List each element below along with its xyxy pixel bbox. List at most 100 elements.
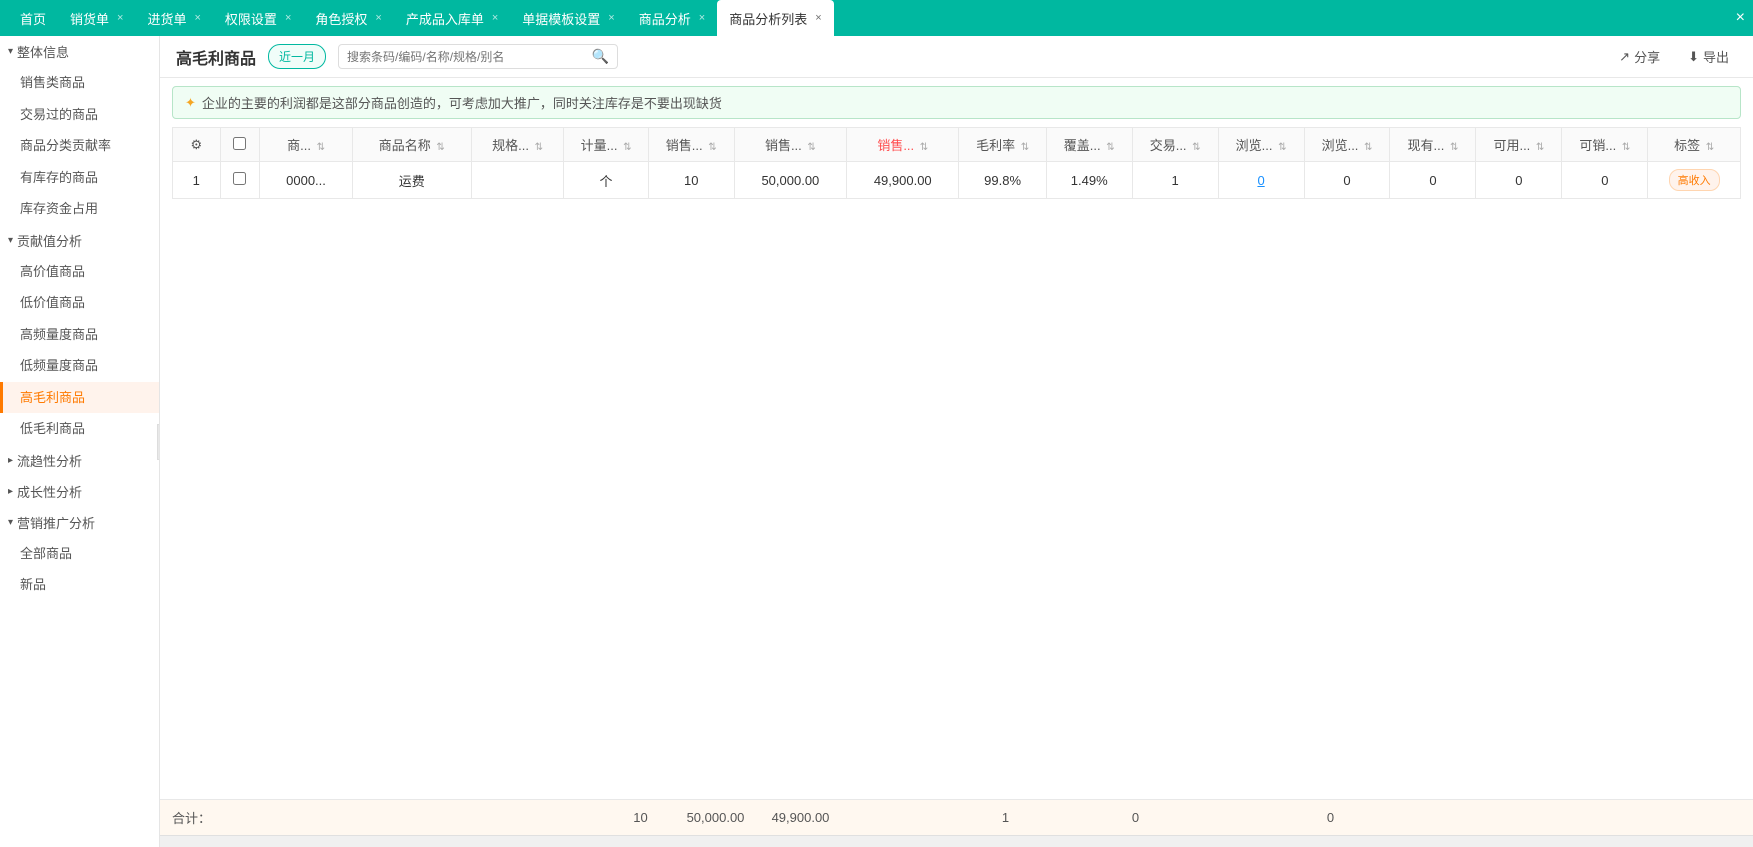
sidebar-item-sales-goods[interactable]: 销售类商品: [0, 67, 159, 99]
sidebar-group-overall-info[interactable]: ▾ 整体信息: [0, 36, 159, 67]
footer-cell-spacer2: [288, 810, 318, 825]
nav-tab-permission[interactable]: 权限设置 ×: [213, 0, 303, 36]
cell-checkbox: [220, 162, 260, 199]
sort-icon-browse1: ⇅: [1278, 142, 1286, 153]
total-label: 合计：: [172, 808, 252, 827]
footer-cell-cost: 49,900.00: [758, 810, 843, 825]
share-button[interactable]: ↗ 分享: [1611, 44, 1668, 69]
arrow-down-icon2: ▾: [8, 235, 13, 246]
close-role-tab[interactable]: ×: [375, 12, 381, 24]
nav-tab-product-analysis[interactable]: 商品分析 ×: [627, 0, 717, 36]
nav-tab-purchase[interactable]: 进货单 ×: [135, 0, 212, 36]
horizontal-scrollbar[interactable]: [160, 835, 1753, 847]
col-checkbox: [220, 128, 260, 162]
col-browse2[interactable]: 浏览... ⇅: [1304, 128, 1390, 162]
close-product-entry-tab[interactable]: ×: [492, 12, 498, 24]
sidebar-group-wealth-analysis[interactable]: ▾ 贡献值分析: [0, 225, 159, 256]
row-checkbox[interactable]: [233, 172, 246, 185]
export-button[interactable]: ⬇ 导出: [1680, 44, 1737, 69]
select-all-checkbox[interactable]: [233, 137, 246, 150]
cell-stock-current: 0: [1390, 162, 1476, 199]
sort-icon-name: ⇅: [436, 142, 444, 153]
cell-code: 0000...: [260, 162, 353, 199]
cell-name: 运费: [352, 162, 471, 199]
settings-icon[interactable]: ⚙: [190, 137, 202, 152]
footer-cell-stock-sale: 0: [1298, 810, 1363, 825]
sidebar-item-goods-contribution[interactable]: 商品分类贡献率: [0, 130, 159, 162]
arrow-down-icon: ▾: [8, 46, 13, 57]
footer-cell-qty: 10: [608, 810, 673, 825]
data-table: ⚙ 商... ⇅ 商品名称 ⇅: [172, 127, 1741, 199]
nav-tab-sales[interactable]: 销货单 ×: [58, 0, 135, 36]
footer-cell-margin: [843, 810, 908, 825]
sidebar-item-high-value[interactable]: 高价值商品: [0, 256, 159, 288]
sort-icon-unit: ⇅: [623, 142, 631, 153]
sidebar-group-trend-analysis[interactable]: ▸ 流趋性分析: [0, 445, 159, 476]
cell-margin-rate: 99.8%: [959, 162, 1046, 199]
col-sales-qty[interactable]: 销售... ⇅: [648, 128, 734, 162]
sidebar-item-high-margin[interactable]: 高毛利商品: [0, 382, 159, 414]
main-layout: 《 ▾ 整体信息 销售类商品 交易过的商品 商品分类贡献率 有库存的商品 库存资…: [0, 36, 1753, 847]
sidebar-item-stocked-goods[interactable]: 有库存的商品: [0, 162, 159, 194]
nav-tab-role[interactable]: 角色授权 ×: [303, 0, 393, 36]
sidebar-item-low-margin[interactable]: 低毛利商品: [0, 413, 159, 445]
sort-icon-qty: ⇅: [708, 142, 716, 153]
col-trade-count[interactable]: 交易... ⇅: [1132, 128, 1218, 162]
col-spec[interactable]: 规格... ⇅: [471, 128, 564, 162]
sidebar-item-new-goods[interactable]: 新品: [0, 569, 159, 601]
footer-cell-cover: [908, 810, 973, 825]
sort-icon-margin: ⇅: [1021, 142, 1029, 153]
footer-cell-browse2: 0: [1103, 810, 1168, 825]
sidebar-group-marketing-analysis[interactable]: ▾ 营销推广分析: [0, 507, 159, 538]
sidebar-item-stock-funds[interactable]: 库存资金占用: [0, 193, 159, 225]
sort-icon-spec: ⇅: [535, 142, 543, 153]
search-input[interactable]: [347, 50, 586, 64]
sidebar-item-high-freq[interactable]: 高频量度商品: [0, 319, 159, 351]
nav-tab-order-template[interactable]: 单据模板设置 ×: [510, 0, 626, 36]
arrow-right-icon: ▸: [8, 455, 13, 466]
close-purchase-tab[interactable]: ×: [194, 12, 200, 24]
col-index: ⚙: [173, 128, 221, 162]
arrow-down-icon3: ▾: [8, 517, 13, 528]
sidebar-item-all-goods[interactable]: 全部商品: [0, 538, 159, 570]
close-permission-tab[interactable]: ×: [285, 12, 291, 24]
col-cover-rate[interactable]: 覆盖... ⇅: [1046, 128, 1132, 162]
col-stock-current[interactable]: 现有... ⇅: [1390, 128, 1476, 162]
nav-tab-product-entry[interactable]: 产成品入库单 ×: [394, 0, 510, 36]
close-order-template-tab[interactable]: ×: [608, 12, 614, 24]
col-unit[interactable]: 计量... ⇅: [564, 128, 648, 162]
cell-browse1[interactable]: 0: [1218, 162, 1304, 199]
browse1-link[interactable]: 0: [1257, 173, 1264, 188]
share-icon: ↗: [1619, 49, 1630, 65]
nav-tab-home[interactable]: 首页: [8, 0, 58, 36]
time-filter-button[interactable]: 近一月: [268, 44, 326, 69]
cell-tag: 高收入: [1648, 162, 1741, 199]
col-browse1[interactable]: 浏览... ⇅: [1218, 128, 1304, 162]
info-banner: ✦ 企业的主要的利润都是这部分商品创造的，可考虑加大推广，同时关注库存是不要出现…: [172, 86, 1741, 119]
close-product-analysis-tab[interactable]: ×: [699, 12, 705, 24]
cell-spec: [471, 162, 564, 199]
app-close-button[interactable]: ×: [1736, 9, 1745, 27]
sidebar-item-traded-goods[interactable]: 交易过的商品: [0, 99, 159, 131]
col-tag[interactable]: 标签 ⇅: [1648, 128, 1741, 162]
sidebar-item-low-value[interactable]: 低价值商品: [0, 287, 159, 319]
col-stock-usable[interactable]: 可用... ⇅: [1476, 128, 1562, 162]
col-sales-amount[interactable]: 销售... ⇅: [734, 128, 846, 162]
cell-stock-usable: 0: [1476, 162, 1562, 199]
sidebar-group-growth-analysis[interactable]: ▸ 成长性分析: [0, 476, 159, 507]
cell-unit: 个: [564, 162, 648, 199]
col-stock-sale[interactable]: 可销... ⇅: [1562, 128, 1648, 162]
nav-tab-product-analysis-list[interactable]: 商品分析列表 ×: [717, 0, 833, 36]
col-name[interactable]: 商品名称 ⇅: [352, 128, 471, 162]
col-margin-rate[interactable]: 毛利率 ⇅: [959, 128, 1046, 162]
table-container[interactable]: ⚙ 商... ⇅ 商品名称 ⇅: [160, 127, 1753, 799]
cell-sales-amount: 50,000.00: [734, 162, 846, 199]
footer-cell-stock-usable: [1233, 810, 1298, 825]
col-sales-cost[interactable]: 销售... ⇅: [847, 128, 959, 162]
col-code[interactable]: 商... ⇅: [260, 128, 353, 162]
search-icon[interactable]: 🔍: [592, 48, 609, 65]
close-product-analysis-list-tab[interactable]: ×: [815, 12, 821, 24]
sidebar-item-low-freq[interactable]: 低频量度商品: [0, 350, 159, 382]
close-sales-tab[interactable]: ×: [117, 12, 123, 24]
sidebar-collapse-button[interactable]: 《: [157, 424, 160, 460]
